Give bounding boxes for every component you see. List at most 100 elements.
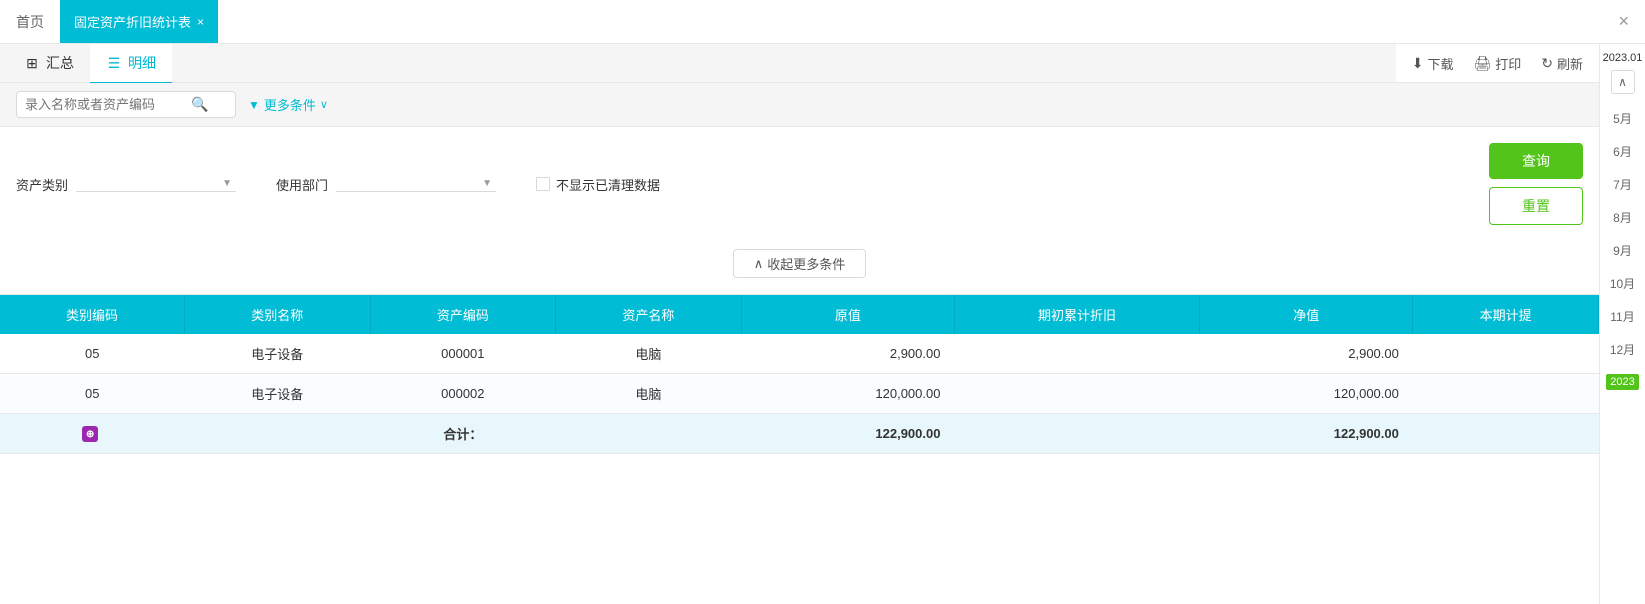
filter-asset-category: 资产类别 ▼ [16,175,236,194]
top-nav: 首页 固定资产折旧统计表 × × [0,0,1645,44]
month-12[interactable]: 12月 [1600,337,1645,362]
left-panel: ⊞ 汇总 ☰ 明细 ⬇ 下载 🖨 打印 ↻ [0,44,1599,604]
hide-cleared-label: 不显示已清理数据 [556,175,660,194]
department-select[interactable]: ▼ [336,176,496,192]
cell-asset-name: 电脑 [556,374,742,414]
col-category-name: 类别名称 [184,295,370,334]
table-total-row: ⊕ 合计： 122,900.00 122,900.00 [0,414,1599,454]
col-original-value: 原值 [741,295,954,334]
download-icon: ⬇ [1412,55,1424,72]
table-row: 05 电子设备 000001 电脑 2,900.00 2,900.00 [0,334,1599,374]
table-header-row: 类别编码 类别名称 资产编码 资产名称 原值 期初累计折旧 净值 本期计提 [0,295,1599,334]
cell-current-depreciation [1413,374,1599,414]
cell-total-label: 合计： [184,414,741,454]
cell-total-accumulated [954,414,1199,454]
filter-department: 使用部门 ▼ [276,175,496,194]
table-area: 类别编码 类别名称 资产编码 资产名称 原值 期初累计折旧 净值 本期计提 05… [0,295,1599,604]
cell-net-value: 2,900.00 [1200,334,1413,374]
tab-summary-label: 汇总 [46,53,74,73]
filter-actions: 查询 重置 [1489,143,1583,225]
col-asset-name: 资产名称 [556,295,742,334]
filter-row: 资产类别 ▼ 使用部门 ▼ 不显示已清理数据 [16,143,1583,225]
home-link[interactable]: 首页 [16,12,44,32]
asset-category-select[interactable]: ▼ [76,176,236,192]
data-table: 类别编码 类别名称 资产编码 资产名称 原值 期初累计折旧 净值 本期计提 05… [0,295,1599,454]
month-7[interactable]: 7月 [1600,172,1645,197]
cell-asset-code: 000001 [370,334,556,374]
print-button[interactable]: 🖨 打印 [1473,54,1521,73]
cell-accumulated-depreciation [954,334,1199,374]
search-input[interactable] [25,97,185,112]
cell-total-net-value: 122,900.00 [1200,414,1413,454]
cell-asset-code: 000002 [370,374,556,414]
col-accumulated-depreciation: 期初累计折旧 [954,295,1199,334]
toolbar: ⬇ 下载 🖨 打印 ↻ 刷新 [1396,44,1599,82]
refresh-label: 刷新 [1557,54,1583,73]
department-chevron: ▼ [482,178,492,189]
asset-category-label: 资产类别 [16,175,68,194]
col-net-value: 净值 [1200,295,1413,334]
department-label: 使用部门 [276,175,328,194]
cell-category-name: 电子设备 [184,374,370,414]
table-row: 05 电子设备 000002 电脑 120,000.00 120,000.00 [0,374,1599,414]
month-6[interactable]: 6月 [1600,139,1645,164]
year-badge[interactable]: 2023 [1606,374,1638,390]
collapse-icon: ∧ [754,256,764,272]
collapse-button[interactable]: ∧ 收起更多条件 [733,249,867,278]
refresh-icon: ↻ [1541,55,1553,72]
month-10[interactable]: 10月 [1600,271,1645,296]
total-icon: ⊕ [82,426,98,442]
cell-net-value: 120,000.00 [1200,374,1413,414]
cell-original-value: 120,000.00 [741,374,954,414]
month-11[interactable]: 11月 [1600,304,1645,329]
month-8[interactable]: 8月 [1600,205,1645,230]
download-button[interactable]: ⬇ 下载 [1412,54,1454,73]
month-5[interactable]: 5月 [1600,106,1645,131]
layers-icon: ⊞ [24,55,40,71]
filter-icon: ▼ [248,98,260,112]
refresh-button[interactable]: ↻ 刷新 [1541,54,1583,73]
month-9[interactable]: 9月 [1600,238,1645,263]
filter-panel: 资产类别 ▼ 使用部门 ▼ 不显示已清理数据 [0,127,1599,295]
checkbox-icon [536,177,550,191]
active-tab[interactable]: 固定资产折旧统计表 × [60,0,218,43]
col-current-depreciation: 本期计提 [1413,295,1599,334]
cell-category-code: 05 [0,334,184,374]
tab-title: 固定资产折旧统计表 [74,12,191,31]
cell-total-current [1413,414,1599,454]
more-conditions-button[interactable]: ▼ 更多条件 ∨ [248,95,328,114]
more-conditions-label: 更多条件 [264,95,316,114]
cell-total-original-value: 122,900.00 [741,414,954,454]
tab-close-icon[interactable]: × [197,15,204,29]
print-icon: 🖨 [1473,55,1491,72]
collapse-label: 收起更多条件 [767,254,845,273]
tab-summary[interactable]: ⊞ 汇总 [8,44,90,84]
window-close-button[interactable]: × [1618,11,1629,32]
col-asset-code: 资产编码 [370,295,556,334]
search-row: 🔍 ▼ 更多条件 ∨ [0,83,1599,127]
cell-original-value: 2,900.00 [741,334,954,374]
right-sidebar: 2023.01 ∧ 5月 6月 7月 8月 9月 10月 11月 12月 202… [1599,44,1645,604]
tab-detail-label: 明细 [128,53,156,73]
cell-current-depreciation [1413,334,1599,374]
date-label: 2023.01 [1603,52,1643,64]
main-content: ⊞ 汇总 ☰ 明细 ⬇ 下载 🖨 打印 ↻ [0,44,1645,604]
search-input-wrap[interactable]: 🔍 [16,91,236,118]
sidebar-arrow-up[interactable]: ∧ [1611,70,1635,94]
hide-cleared-checkbox[interactable]: 不显示已清理数据 [536,175,660,194]
cell-asset-name: 电脑 [556,334,742,374]
query-button[interactable]: 查询 [1489,143,1583,179]
chevron-down-icon: ∨ [320,98,328,111]
tab-detail[interactable]: ☰ 明细 [90,44,172,84]
search-icon[interactable]: 🔍 [191,96,208,113]
asset-category-chevron: ▼ [222,178,232,189]
download-label: 下载 [1427,54,1453,73]
col-category-code: 类别编码 [0,295,184,334]
arrow-up-icon: ∧ [1618,75,1627,89]
list-icon: ☰ [106,55,122,71]
cell-category-name: 电子设备 [184,334,370,374]
reset-button[interactable]: 重置 [1489,187,1583,225]
collapse-row: ∧ 收起更多条件 [16,241,1583,278]
cell-total-icon: ⊕ [0,414,184,454]
print-label: 打印 [1495,54,1521,73]
